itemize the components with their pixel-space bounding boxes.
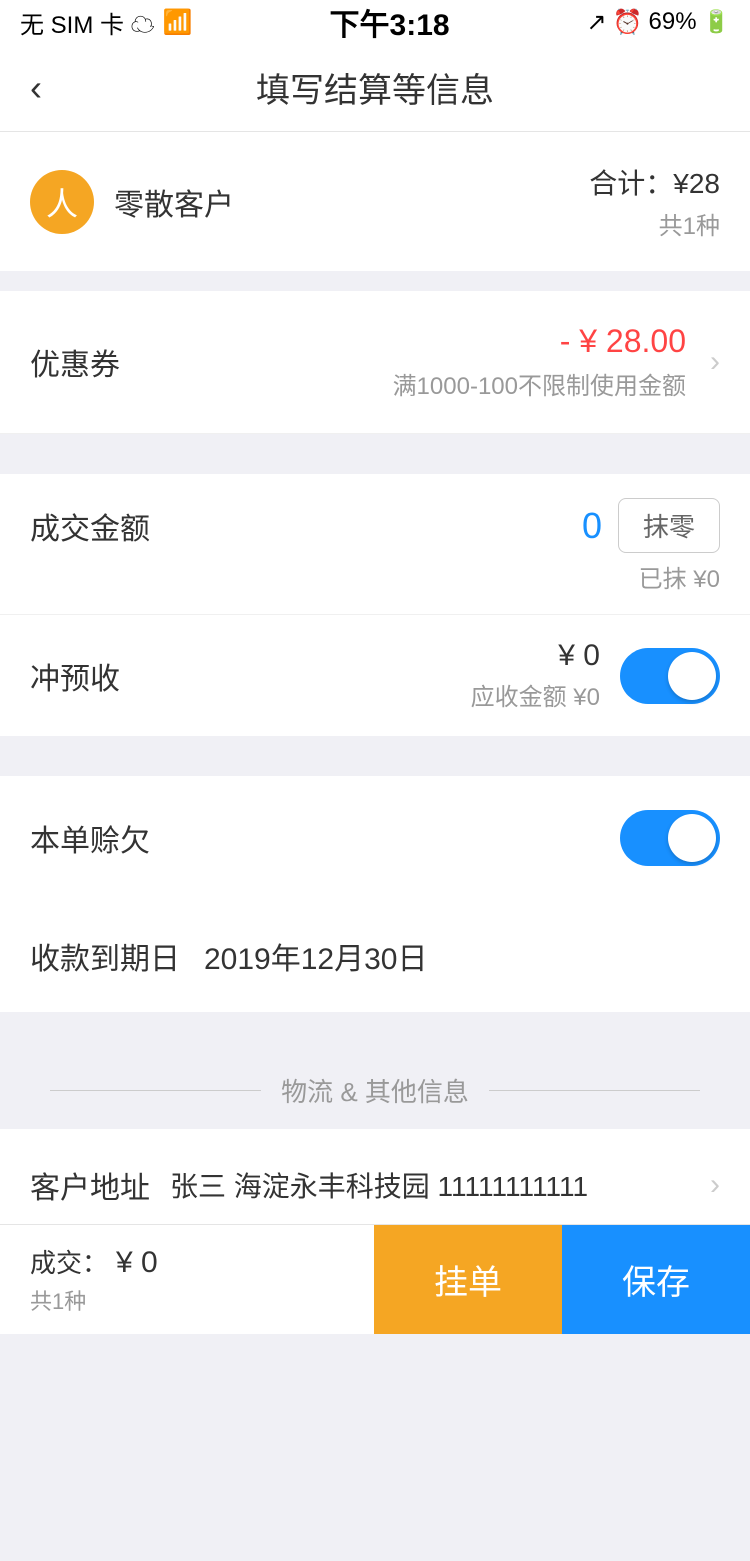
address-chevron-icon: › xyxy=(710,1168,720,1202)
nav-bar: ‹ 填写结算等信息 xyxy=(0,44,750,132)
prepay-toggle[interactable] xyxy=(620,648,720,704)
prepay-right: ¥ 0 应收金额 ¥0 xyxy=(471,639,720,712)
round-zero-button[interactable]: 抹零 xyxy=(618,498,720,553)
status-time: 下午3:18 xyxy=(330,0,450,44)
customer-right: 合计：¥28 共1种 xyxy=(589,162,720,241)
hang-button[interactable]: 挂单 xyxy=(374,1225,562,1334)
coupon-desc: 满1000-100不限制使用金额 xyxy=(393,366,686,401)
amount-row-top: 成交金额 0 抹零 xyxy=(30,498,720,553)
deal-amount-right: 0 抹零 xyxy=(582,498,720,553)
divider-3 xyxy=(0,1032,750,1052)
bottom-count: 共1种 xyxy=(30,1284,374,1316)
alarm-icon: ⏰ xyxy=(613,8,643,37)
back-button[interactable]: ‹ xyxy=(30,67,42,109)
deal-amount-section: 成交金额 0 抹零 已抹 ¥0 冲预收 ¥ 0 应收金额 ¥0 xyxy=(0,474,750,736)
due-date-label: 收款到期日 xyxy=(30,934,180,978)
status-bar: 无 SIM 卡 ☁ 📶 下午3:18 ↗ ⏰ 69% 🔋 xyxy=(0,0,750,44)
coupon-discount: - ¥ 28.00 xyxy=(393,323,686,360)
divider-2 xyxy=(0,756,750,776)
prepay-amounts: ¥ 0 应收金额 ¥0 xyxy=(471,639,600,712)
bottom-deal-amount: ¥ 0 xyxy=(116,1246,158,1280)
status-left: 无 SIM 卡 ☁ 📶 xyxy=(20,5,193,40)
coupon-detail: - ¥ 28.00 满1000-100不限制使用金额 xyxy=(393,323,686,401)
coupon-section: 优惠券 - ¥ 28.00 满1000-100不限制使用金额 › xyxy=(0,291,750,434)
deal-amount-label: 成交金额 xyxy=(30,504,150,548)
logistics-header: 物流 & 其他信息 xyxy=(0,1052,750,1129)
battery-label: 69% xyxy=(649,8,697,36)
credit-row: 本单赊欠 xyxy=(0,776,750,900)
total-amount: 合计：¥28 xyxy=(589,162,720,202)
prepay-label: 冲预收 xyxy=(30,654,120,698)
coupon-right: - ¥ 28.00 满1000-100不限制使用金额 › xyxy=(393,323,720,401)
bottom-deal-label: 成交： xyxy=(30,1243,108,1280)
coupon-row[interactable]: 优惠券 - ¥ 28.00 满1000-100不限制使用金额 › xyxy=(0,291,750,434)
coupon-chevron-icon: › xyxy=(710,345,720,379)
divider-1 xyxy=(0,454,750,474)
address-value: 张三 海淀永丰科技园 11111111111 xyxy=(150,1165,702,1205)
deal-amount-sub: 已抹 ¥0 xyxy=(30,559,720,594)
credit-label: 本单赊欠 xyxy=(30,816,150,860)
credit-toggle[interactable] xyxy=(620,810,720,866)
credit-toggle-knob xyxy=(668,814,716,862)
total-count: 共1种 xyxy=(589,206,720,241)
customer-row: 人 零散客户 合计：¥28 共1种 xyxy=(0,132,750,271)
prepay-main-amount: ¥ 0 xyxy=(471,639,600,673)
prepay-row: 冲预收 ¥ 0 应收金额 ¥0 xyxy=(0,615,750,736)
battery-icon: 🔋 xyxy=(703,9,730,35)
bottom-bar: 成交： ¥ 0 共1种 挂单 保存 xyxy=(0,1224,750,1334)
customer-left: 人 零散客户 xyxy=(30,170,234,234)
logistics-title: 物流 & 其他信息 xyxy=(281,1072,469,1109)
due-date-value[interactable]: 2019年12月30日 xyxy=(204,934,427,978)
deal-amount-value[interactable]: 0 xyxy=(582,505,602,547)
sim-label: 无 SIM 卡 ☁ xyxy=(20,5,155,40)
coupon-label: 优惠券 xyxy=(30,340,120,384)
bottom-info: 成交： ¥ 0 共1种 xyxy=(0,1225,374,1334)
location-icon: ↗ xyxy=(587,8,607,37)
avatar: 人 xyxy=(30,170,94,234)
prepay-sub-text: 应收金额 ¥0 xyxy=(471,677,600,712)
due-date-row: 收款到期日 2019年12月30日 xyxy=(0,900,750,1012)
deal-amount-row: 成交金额 0 抹零 已抹 ¥0 xyxy=(0,474,750,615)
wifi-icon: 📶 xyxy=(163,8,193,37)
credit-section: 本单赊欠 收款到期日 2019年12月30日 xyxy=(0,776,750,1012)
save-button[interactable]: 保存 xyxy=(562,1225,750,1334)
address-label: 客户地址 xyxy=(30,1163,150,1207)
page-title: 填写结算等信息 xyxy=(256,63,494,112)
customer-name: 零散客户 xyxy=(114,180,234,224)
prepay-toggle-knob xyxy=(668,652,716,700)
status-right: ↗ ⏰ 69% 🔋 xyxy=(587,8,730,37)
